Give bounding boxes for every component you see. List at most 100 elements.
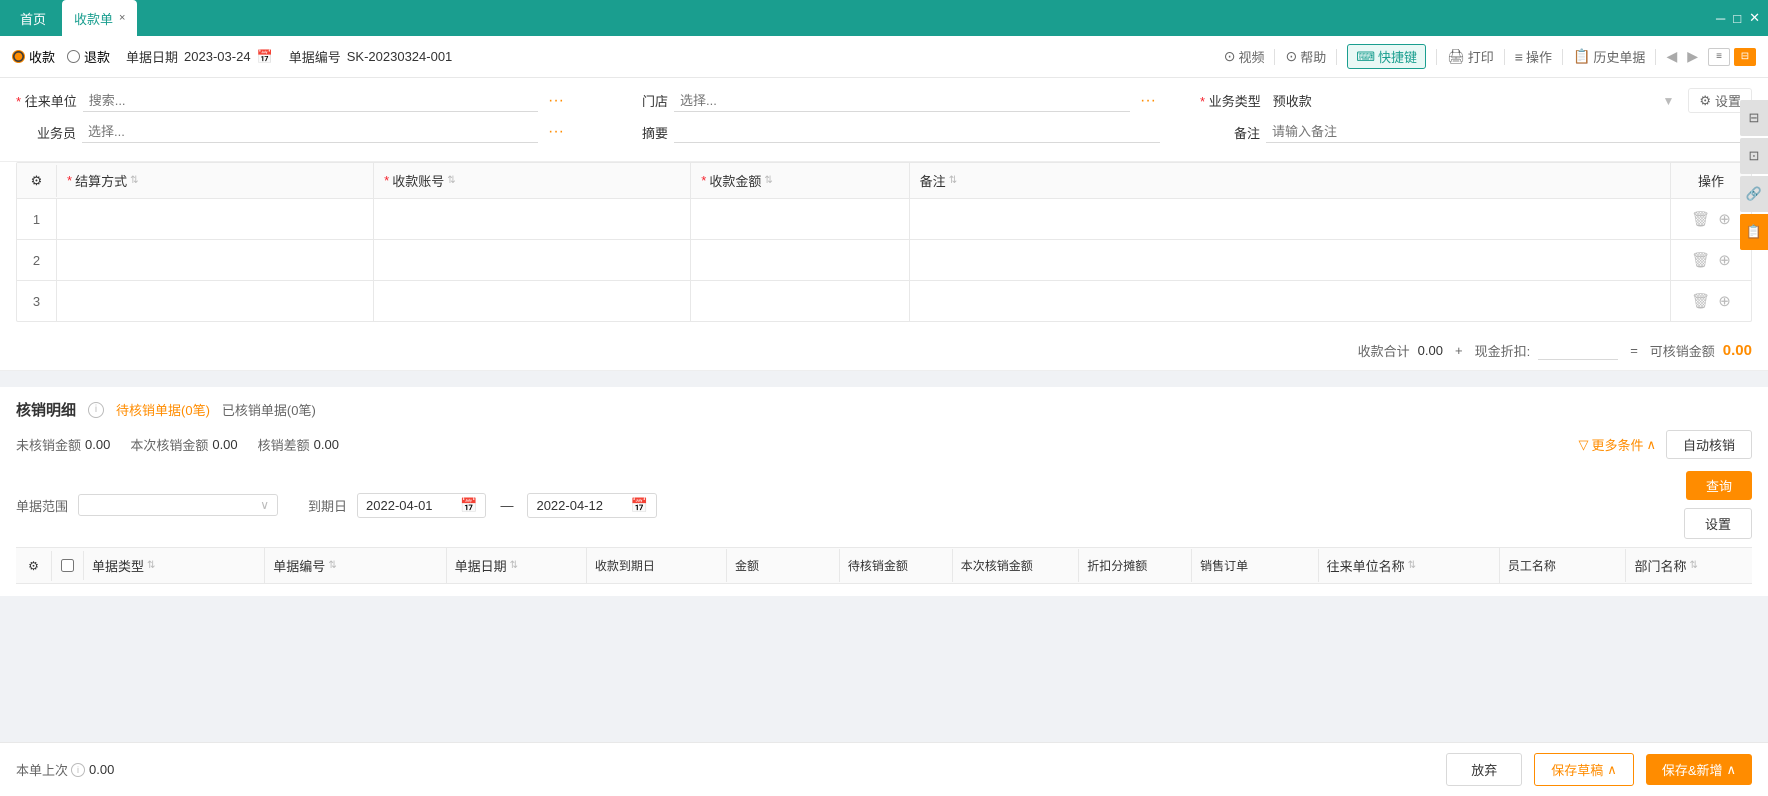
radio-receipt[interactable]: 收款 <box>12 47 55 66</box>
select-all-checkbox[interactable] <box>61 559 74 572</box>
sort-amount-icon[interactable]: ⇅ <box>764 175 772 186</box>
header-row: 收款 退款 单据日期 2023-03-24 📅 单据编号 SK-20230324… <box>0 36 1768 78</box>
partner-required-star: * <box>16 94 21 109</box>
td-amount-2[interactable] <box>691 240 909 280</box>
td-amount-1[interactable] <box>691 199 909 239</box>
tab-close-icon[interactable]: × <box>119 12 125 24</box>
home-tab[interactable]: 首页 <box>8 0 58 36</box>
td-amount-3[interactable] <box>691 281 909 321</box>
help-link[interactable]: ⊙ 帮助 <box>1285 47 1326 66</box>
partner-more-btn[interactable]: ··· <box>544 92 568 110</box>
range-label: 单据范围 <box>16 496 68 515</box>
pending-tab[interactable]: 待核销单据(0笔) <box>116 400 210 419</box>
bth-doc-num: 单据编号 ⇅ <box>265 548 446 583</box>
td-settle-3[interactable] <box>57 281 374 321</box>
th-settings[interactable]: ⚙ <box>17 165 57 197</box>
sort-docnum-icon[interactable]: ⇅ <box>328 560 336 571</box>
delete-row-2-icon[interactable]: 🗑 <box>1691 251 1710 269</box>
store-more-btn[interactable]: ··· <box>1136 92 1160 110</box>
date-end-input[interactable] <box>536 498 626 513</box>
grid-view-icon[interactable]: ⊟ <box>1734 48 1756 66</box>
td-op-1: 🗑 ⊕ <box>1671 199 1751 239</box>
window-close-icon[interactable]: ✕ <box>1749 10 1760 26</box>
bth-checkbox[interactable] <box>52 551 84 580</box>
active-tab[interactable]: 收款单 × <box>62 0 137 36</box>
sort-settle-icon[interactable]: ⇅ <box>130 175 138 186</box>
copy-row-1-icon[interactable]: ⊕ <box>1718 210 1731 228</box>
remark-label: 备注 <box>1200 123 1260 142</box>
td-account-2[interactable] <box>374 240 691 280</box>
remark-input[interactable] <box>1266 121 1752 143</box>
more-conditions-btn[interactable]: ▽ 更多条件 ∧ <box>1578 435 1656 454</box>
partner-input[interactable] <box>83 90 538 112</box>
doc-num-label: 单据编号 <box>289 47 341 66</box>
summary-row: 收款合计 0.00 + 现金折扣: = 可核销金额 0.00 <box>0 330 1768 371</box>
date-end-icon[interactable]: 📅 <box>630 497 647 514</box>
video-link[interactable]: ⊙ 视频 <box>1224 47 1265 66</box>
td-account-3[interactable] <box>374 281 691 321</box>
sort-account-icon[interactable]: ⇅ <box>447 175 455 186</box>
th-remark: 备注 ⇅ <box>910 163 1671 198</box>
sort-dept-icon[interactable]: ⇅ <box>1689 560 1697 571</box>
discount-input[interactable] <box>1538 340 1618 360</box>
verify-info-icon[interactable]: i <box>88 402 104 418</box>
td-account-1[interactable] <box>374 199 691 239</box>
radio-refund-input[interactable] <box>67 50 80 63</box>
done-tab[interactable]: 已核销单据(0笔) <box>222 400 316 419</box>
verify-value: 0.00 <box>1723 342 1752 359</box>
auto-verify-button[interactable]: 自动核销 <box>1666 430 1752 459</box>
bth-discount: 折扣分摊额 <box>1079 549 1192 582</box>
save-draft-button[interactable]: 保存草稿 ∧ <box>1534 753 1634 786</box>
delete-row-3-icon[interactable]: 🗑 <box>1691 292 1710 310</box>
sort-doctype-icon[interactable]: ⇅ <box>147 560 155 571</box>
section-divider <box>0 371 1768 379</box>
staff-input[interactable] <box>82 121 538 143</box>
td-remark-2[interactable] <box>910 240 1671 280</box>
summary-input[interactable] <box>674 121 1160 143</box>
save-new-button[interactable]: 保存&新增 ∧ <box>1646 754 1752 785</box>
sort-remark-icon[interactable]: ⇅ <box>949 175 957 186</box>
verify-settings-button[interactable]: 设置 <box>1684 508 1752 539</box>
biz-type-dropdown-icon[interactable]: ▼ <box>1662 94 1674 108</box>
td-settle-2[interactable] <box>57 240 374 280</box>
calendar-icon[interactable]: 📅 <box>257 49 273 65</box>
date-dash: — <box>500 498 513 513</box>
next-arrow[interactable]: ▶ <box>1687 48 1698 65</box>
print-link[interactable]: 🖨 打印 <box>1447 47 1494 66</box>
this-month-info-icon[interactable]: i <box>71 763 85 777</box>
biz-type-label: * 业务类型 <box>1200 91 1261 110</box>
date-start-input[interactable] <box>366 498 456 513</box>
rt-btn-3[interactable]: 🔗 <box>1740 176 1768 212</box>
copy-row-2-icon[interactable]: ⊕ <box>1718 251 1731 269</box>
operation-link[interactable]: ≡ 操作 <box>1515 47 1552 66</box>
bth-doc-type: 单据类型 ⇅ <box>84 548 265 583</box>
radio-receipt-input[interactable] <box>12 50 25 63</box>
copy-row-3-icon[interactable]: ⊕ <box>1718 292 1731 310</box>
window-min-icon[interactable]: ─ <box>1716 11 1725 26</box>
date-start-icon[interactable]: 📅 <box>460 497 477 514</box>
sort-partner-icon[interactable]: ⇅ <box>1408 560 1416 571</box>
rt-btn-4[interactable]: 📋 <box>1740 214 1768 250</box>
query-button[interactable]: 查询 <box>1686 471 1752 500</box>
shortcut-button[interactable]: ⌨ 快捷键 <box>1347 44 1426 69</box>
td-remark-3[interactable] <box>910 281 1671 321</box>
range-select[interactable]: ∨ <box>78 494 278 516</box>
list-view-icon[interactable]: ≡ <box>1708 48 1730 66</box>
staff-more-btn[interactable]: ··· <box>544 123 568 141</box>
td-remark-1[interactable] <box>910 199 1671 239</box>
prev-arrow[interactable]: ◀ <box>1666 48 1677 65</box>
sort-docdate-icon[interactable]: ⇅ <box>510 560 518 571</box>
rt-btn-1[interactable]: ⊟ <box>1740 100 1768 136</box>
sum-label: 收款合计 <box>1358 341 1410 360</box>
bth-settings[interactable]: ⚙ <box>16 551 52 581</box>
delete-row-1-icon[interactable]: 🗑 <box>1691 210 1710 228</box>
discard-button[interactable]: 放弃 <box>1446 753 1522 786</box>
history-link[interactable]: 📋 历史单据 <box>1573 47 1645 66</box>
form-row-2: 业务员 ··· 摘要 备注 <box>16 121 1752 143</box>
doc-num-group: 单据编号 SK-20230324-001 <box>289 47 453 66</box>
store-input[interactable] <box>674 90 1130 112</box>
radio-refund[interactable]: 退款 <box>67 47 110 66</box>
td-settle-1[interactable] <box>57 199 374 239</box>
rt-btn-2[interactable]: ⊡ <box>1740 138 1768 174</box>
window-max-icon[interactable]: □ <box>1733 11 1741 26</box>
